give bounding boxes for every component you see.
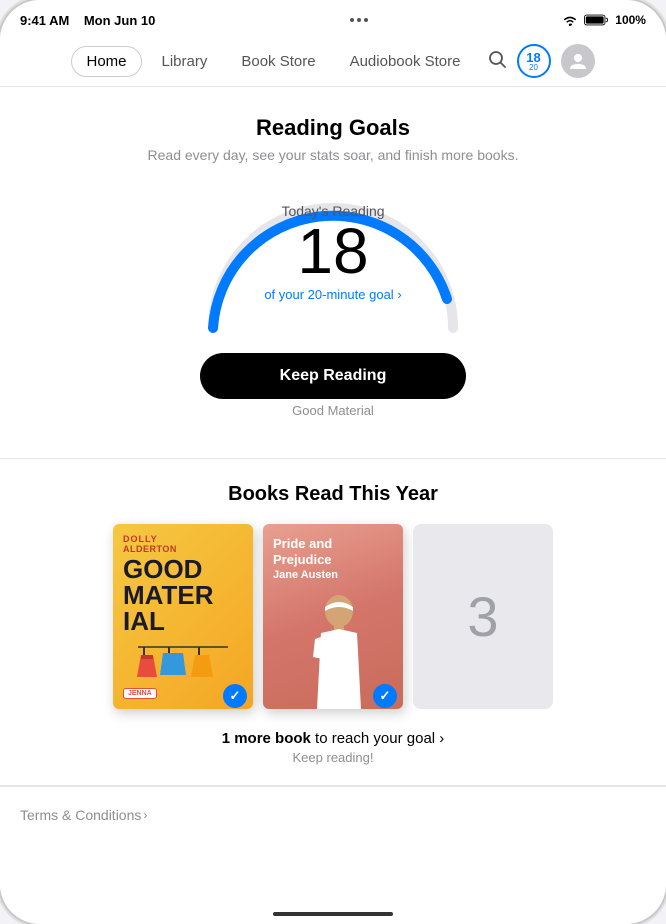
book1-top-text: DOLLY <box>123 534 243 544</box>
dot1 <box>350 18 354 22</box>
dot3 <box>364 18 368 22</box>
books-section: Books Read This Year DOLLY ALDERTON GOOD… <box>0 459 666 785</box>
goal-chevron: › <box>397 287 401 302</box>
dot2 <box>357 18 361 22</box>
time: 9:41 AM <box>20 13 69 28</box>
badge-number: 18 <box>526 51 540 64</box>
reading-goals-section: Reading Goals Read every day, see your s… <box>0 87 666 458</box>
book-placeholder: 3 <box>413 524 553 709</box>
goal-suffix: to reach your goal <box>311 730 439 747</box>
person-silhouette <box>301 589 381 709</box>
nav-bar: Home Library Book Store Audiobook Store … <box>0 36 666 87</box>
wifi-icon <box>562 14 578 26</box>
keep-reading-sub: Keep reading! <box>20 750 646 765</box>
goal-count: 1 more book <box>222 730 311 747</box>
reading-minutes: 18 <box>193 219 473 283</box>
battery-icon <box>584 14 609 26</box>
status-center-dots <box>350 18 368 22</box>
pp-author: Jane Austen <box>273 569 393 581</box>
nav-audiobook[interactable]: Audiobook Store <box>336 47 475 76</box>
status-right: 100% <box>562 13 646 27</box>
book1-author-sub: ALDERTON <box>123 544 243 554</box>
main-content: Reading Goals Read every day, see your s… <box>0 87 666 915</box>
nav-bookstore[interactable]: Book Store <box>227 47 329 76</box>
battery-percent: 100% <box>615 13 646 27</box>
goal-chevron2: › <box>439 730 444 747</box>
status-time: 9:41 AM Mon Jun 10 <box>20 13 155 28</box>
book-item-1[interactable]: DOLLY ALDERTON GOOD MATER IAL <box>113 524 253 714</box>
book-item-2[interactable]: Pride andPrejudice Jane Austen <box>263 524 403 714</box>
book1-title-line1: GOOD <box>123 556 243 582</box>
book-cover-good-material: DOLLY ALDERTON GOOD MATER IAL <box>113 524 253 709</box>
bottom-spacer <box>0 839 666 879</box>
clothes-illustration <box>123 638 243 688</box>
book1-checkmark: ✓ <box>223 684 247 708</box>
book-cover-pride-prejudice: Pride andPrejudice Jane Austen <box>263 524 403 709</box>
search-icon[interactable] <box>487 49 507 74</box>
reading-goals-subtitle: Read every day, see your stats soar, and… <box>20 147 646 163</box>
books-goal-text: 1 more book to reach your goal › Keep re… <box>20 730 646 765</box>
gauge-center-text: Today's Reading 18 of your 20-minute goa… <box>193 203 473 302</box>
goal-main-text[interactable]: 1 more book to reach your goal › <box>20 730 646 747</box>
books-grid: DOLLY ALDERTON GOOD MATER IAL <box>20 524 646 714</box>
home-indicator <box>273 912 393 916</box>
current-book-title: Good Material <box>20 403 646 418</box>
book1-title-line3: IAL <box>123 608 243 634</box>
profile-icon[interactable] <box>561 44 595 78</box>
status-bar: 9:41 AM Mon Jun 10 100% <box>0 0 666 36</box>
reading-badge[interactable]: 18 20 <box>517 44 551 78</box>
gauge-container: Today's Reading 18 of your 20-minute goa… <box>193 183 473 333</box>
nav-library[interactable]: Library <box>148 47 222 76</box>
footer-section: Terms & Conditions › <box>0 786 666 839</box>
terms-chevron-icon: › <box>143 808 147 822</box>
badge-sub: 20 <box>529 64 538 72</box>
book2-checkmark: ✓ <box>373 684 397 708</box>
keep-reading-button[interactable]: Keep Reading <box>200 353 467 399</box>
pp-title: Pride andPrejudice <box>273 536 393 567</box>
terms-conditions-link[interactable]: Terms & Conditions › <box>20 807 646 823</box>
goal-sublabel[interactable]: of your 20-minute goal › <box>193 287 473 302</box>
placeholder-number: 3 <box>467 584 498 649</box>
reading-goals-title: Reading Goals <box>20 115 646 141</box>
book1-title-line2: MATER <box>123 582 243 608</box>
ipad-frame: 9:41 AM Mon Jun 10 100% <box>0 0 666 924</box>
date: Mon Jun 10 <box>84 13 156 28</box>
terms-label: Terms & Conditions <box>20 807 141 823</box>
jenna-badge: JENNA <box>123 688 157 699</box>
book-item-3[interactable]: 3 <box>413 524 553 714</box>
books-section-title: Books Read This Year <box>20 483 646 506</box>
nav-home[interactable]: Home <box>71 46 141 77</box>
